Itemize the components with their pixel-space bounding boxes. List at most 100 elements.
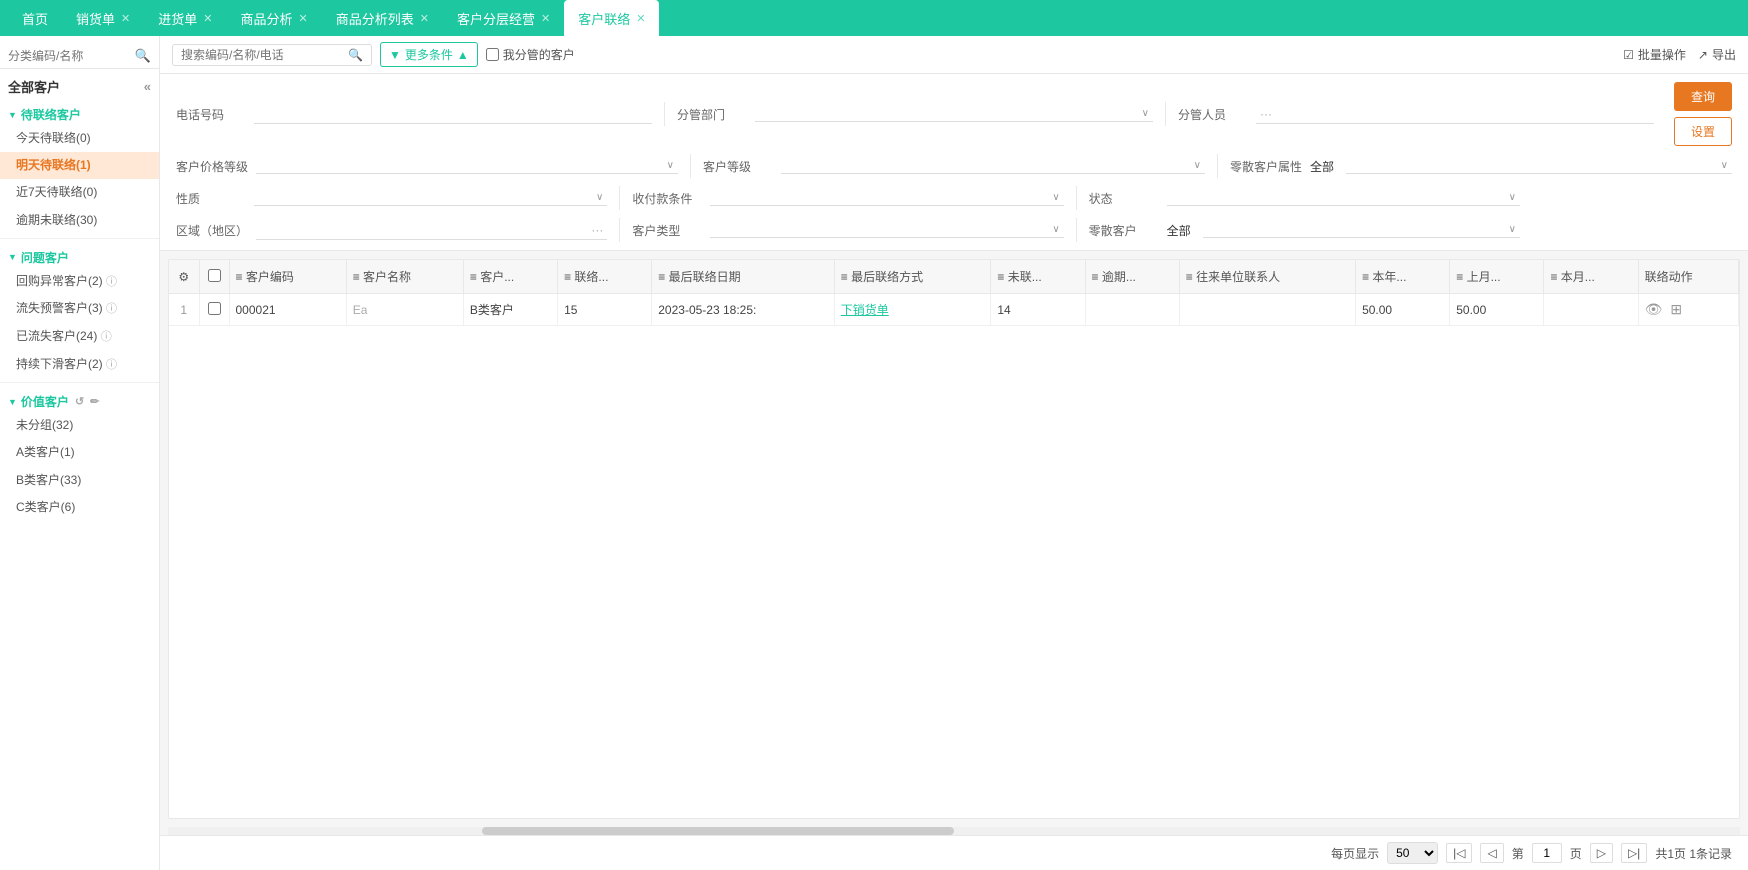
nav-customer-tier[interactable]: 客户分层经营 ✕ xyxy=(443,0,564,36)
my-customers-checkbox-label[interactable]: 我分管的客户 xyxy=(486,46,575,63)
close-icon[interactable]: ✕ xyxy=(420,12,429,25)
customer-level-select[interactable]: ∨ xyxy=(781,158,1205,174)
nav-product-analysis[interactable]: 商品分析 ✕ xyxy=(226,0,321,36)
filter-nature: 性质 ∨ xyxy=(176,190,607,207)
eye-icon[interactable]: 👁 xyxy=(1645,301,1663,318)
content-area: 🔍 ▼ 更多条件 ▲ 我分管的客户 ☑ 批量操作 ↗ 导出 xyxy=(160,36,1748,870)
sidebar-item-a-class[interactable]: A类客户(1) xyxy=(0,439,159,466)
select-all-checkbox[interactable] xyxy=(208,269,221,282)
col-overdue[interactable]: ≡ 逾期... xyxy=(1085,260,1179,294)
nature-select[interactable]: ∨ xyxy=(254,190,607,206)
col-gear[interactable]: ⚙ xyxy=(169,260,199,294)
sidebar-item-overdue[interactable]: 逾期未联络(30) xyxy=(0,207,159,234)
nav-product-analysis-list[interactable]: 商品分析列表 ✕ xyxy=(322,0,443,36)
col-type[interactable]: ≡ 客户... xyxy=(463,260,557,294)
close-icon[interactable]: ✕ xyxy=(636,12,645,25)
first-page-btn[interactable]: |◁ xyxy=(1446,843,1472,863)
scrollbar-thumb[interactable] xyxy=(482,827,954,835)
close-icon[interactable]: ✕ xyxy=(203,12,212,25)
page-input[interactable] xyxy=(1532,843,1562,863)
sidebar-item-declining[interactable]: 持续下滑客户(2) ⓘ xyxy=(0,351,159,379)
table-container: ⚙ ≡ 客户编码 ≡ 客户名称 ≡ 客户... ≡ 联络... ≡ 最后联络日期… xyxy=(168,259,1740,819)
status-select[interactable]: ∨ xyxy=(1167,190,1520,206)
col-unlinked[interactable]: ≡ 未联... xyxy=(991,260,1085,294)
sidebar-item-repurchase-abnormal[interactable]: 回购异常客户(2) ⓘ xyxy=(0,268,159,296)
search-icon[interactable]: 🔍 xyxy=(135,48,151,64)
sidebar-item-ungrouped[interactable]: 未分组(32) xyxy=(0,412,159,439)
search-input[interactable] xyxy=(181,48,348,62)
filter-icon: ▼ xyxy=(389,48,401,62)
filter-retail-attr: 零散客户属性 全部 ∨ xyxy=(1230,158,1732,175)
sidebar-search-input[interactable] xyxy=(8,49,135,63)
col-name[interactable]: ≡ 客户名称 xyxy=(346,260,463,294)
export-btn[interactable]: ↗ 导出 xyxy=(1698,46,1736,63)
last-page-btn[interactable]: ▷| xyxy=(1621,843,1647,863)
filter-phone: 电话号码 xyxy=(176,105,652,124)
close-icon[interactable]: ✕ xyxy=(299,12,308,25)
grid-icon[interactable]: ⊞ xyxy=(1670,301,1682,318)
sidebar: 🔍 全部客户 « 待联络客户 今天待联络(0) 明天待联络(1) 近7天待联络(… xyxy=(0,36,160,870)
row-this-year: 50.00 xyxy=(1356,294,1450,326)
retail-attr-select[interactable]: ∨ xyxy=(1346,158,1732,174)
region-select[interactable]: ··· xyxy=(256,221,607,240)
sidebar-item-c-class[interactable]: C类客户(6) xyxy=(0,494,159,521)
row-last-date: 2023-05-23 18:25: xyxy=(652,294,834,326)
col-last-method[interactable]: ≡ 最后联络方式 xyxy=(834,260,991,294)
next-page-btn[interactable]: ▷ xyxy=(1590,843,1613,863)
col-this-year[interactable]: ≡ 本年... xyxy=(1356,260,1450,294)
col-code[interactable]: ≡ 客户编码 xyxy=(229,260,346,294)
sidebar-item-today[interactable]: 今天待联络(0) xyxy=(0,125,159,152)
collapse-icon[interactable]: « xyxy=(144,79,151,94)
prev-page-btn[interactable]: ◁ xyxy=(1480,843,1503,863)
person-select[interactable]: ··· xyxy=(1256,105,1654,124)
main-layout: 🔍 全部客户 « 待联络客户 今天待联络(0) 明天待联络(1) 近7天待联络(… xyxy=(0,36,1748,870)
query-btn[interactable]: 查询 xyxy=(1674,82,1732,111)
last-method-link[interactable]: 下销货单 xyxy=(841,303,889,317)
phone-input[interactable] xyxy=(254,105,652,124)
price-level-select[interactable]: ∨ xyxy=(256,158,678,174)
col-contact-count[interactable]: ≡ 联络... xyxy=(558,260,652,294)
nav-home[interactable]: 首页 xyxy=(8,0,62,36)
sidebar-group-problem: 问题客户 xyxy=(0,243,159,268)
col-contact-person[interactable]: ≡ 往来单位联系人 xyxy=(1179,260,1355,294)
row-this-month xyxy=(1544,294,1638,326)
dept-select[interactable]: ∨ xyxy=(755,106,1153,122)
sidebar-item-tomorrow[interactable]: 明天待联络(1) xyxy=(0,152,159,179)
row-last-method: 下销货单 xyxy=(834,294,991,326)
filter-panel: 电话号码 分管部门 ∨ 分管人员 ··· xyxy=(160,74,1748,251)
col-last-date[interactable]: ≡ 最后联络日期 xyxy=(652,260,834,294)
row-no: 1 xyxy=(169,294,199,326)
sidebar-item-churned[interactable]: 已流失客户(24) ⓘ xyxy=(0,323,159,351)
chevron-down-icon: ∨ xyxy=(667,160,674,171)
toolbar-search: 🔍 xyxy=(172,44,372,66)
filter-more-btn[interactable]: ▼ 更多条件 ▲ xyxy=(380,42,478,67)
row-checkbox xyxy=(199,294,229,326)
col-last-month[interactable]: ≡ 上月... xyxy=(1450,260,1544,294)
per-page-label: 每页显示 xyxy=(1331,845,1379,862)
col-this-month[interactable]: ≡ 本月... xyxy=(1544,260,1638,294)
my-customers-checkbox[interactable] xyxy=(486,48,499,61)
close-icon[interactable]: ✕ xyxy=(541,12,550,25)
sidebar-item-7days[interactable]: 近7天待联络(0) xyxy=(0,179,159,206)
customer-type-select[interactable]: ∨ xyxy=(710,222,1063,238)
chevron-down-icon: ∨ xyxy=(1509,224,1516,235)
sidebar-group-pending: 待联络客户 xyxy=(0,100,159,125)
row-select-checkbox[interactable] xyxy=(208,302,221,315)
divider4 xyxy=(1217,154,1218,178)
nav-purchase-order[interactable]: 进货单 ✕ xyxy=(144,0,226,36)
settings-btn[interactable]: 设置 xyxy=(1674,117,1732,146)
payment-select[interactable]: ∨ xyxy=(710,190,1063,206)
chevron-down-icon: ∨ xyxy=(1194,160,1201,171)
nav-customer-contact[interactable]: 客户联络 ✕ xyxy=(564,0,659,36)
per-page-select[interactable]: 50 20 100 xyxy=(1387,842,1438,864)
gear-icon[interactable]: ⚙ xyxy=(178,270,189,284)
nav-sales-order[interactable]: 销货单 ✕ xyxy=(62,0,144,36)
sidebar-item-churn-warning[interactable]: 流失预警客户(3) ⓘ xyxy=(0,295,159,323)
search-icon[interactable]: 🔍 xyxy=(348,48,363,62)
all-customers-header: 全部客户 « xyxy=(0,73,159,100)
retail-select[interactable]: ∨ xyxy=(1203,222,1520,238)
close-icon[interactable]: ✕ xyxy=(121,12,130,25)
export-icon: ↗ xyxy=(1698,48,1708,62)
sidebar-item-b-class[interactable]: B类客户(33) xyxy=(0,467,159,494)
batch-btn[interactable]: ☑ 批量操作 xyxy=(1623,46,1686,63)
